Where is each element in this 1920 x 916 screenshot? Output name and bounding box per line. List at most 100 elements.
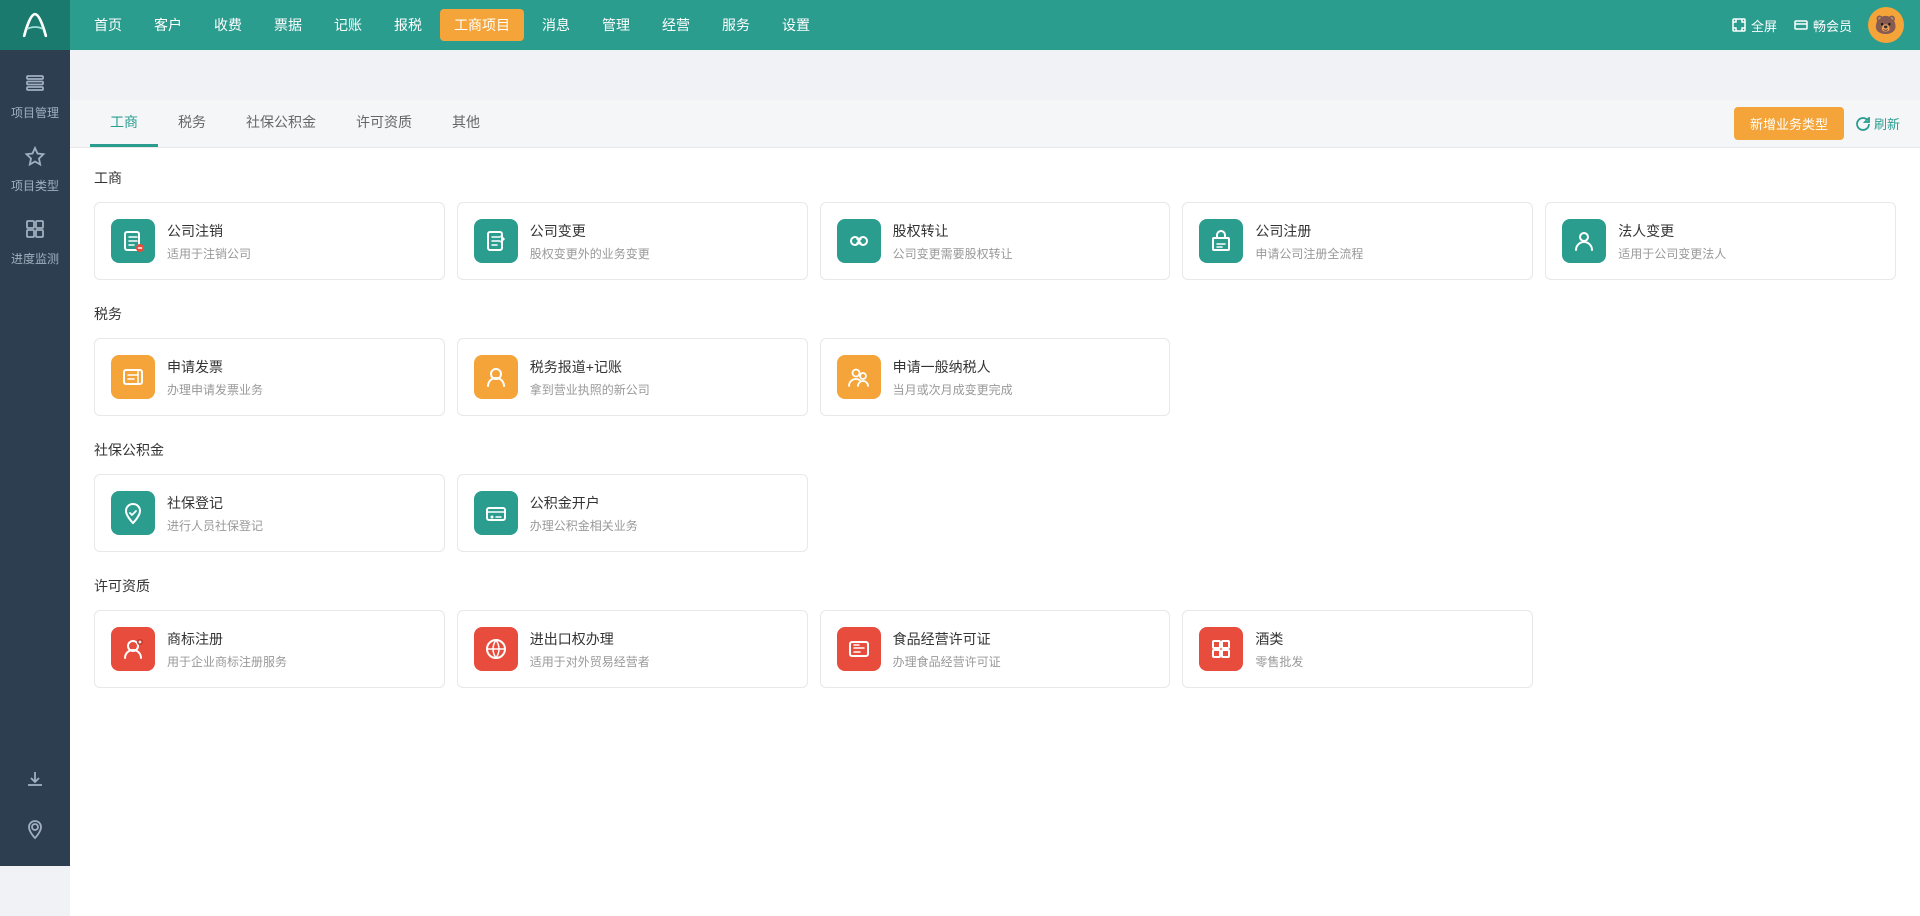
sidebar-item-project-manage[interactable]: 项目管理 <box>0 60 70 133</box>
project-type-icon <box>24 145 46 173</box>
card-text-import-export: 进出口权办理 适用于对外贸易经营者 <box>530 629 791 670</box>
card-text-tax-report: 税务报道+记账 拿到营业执照的新公司 <box>530 357 791 398</box>
card-company-cancel[interactable]: 公司注销 适用于注销公司 <box>94 202 445 280</box>
card-icon-apply-invoice <box>111 355 155 399</box>
section-shebao: 社保公积金 社保登记 进行人员社保登记 <box>94 440 1896 552</box>
card-text-equity-transfer: 股权转让 公司变更需要股权转让 <box>893 221 1154 262</box>
sidebar-bottom <box>0 758 70 866</box>
tab-tax[interactable]: 税务 <box>158 100 226 147</box>
vip-button[interactable]: 畅会员 <box>1793 16 1852 35</box>
card-desc-company-change: 股权变更外的业务变更 <box>530 245 791 262</box>
top-navigation: 首页 客户 收费 票据 记账 报税 工商项目 消息 管理 经营 服务 设置 全屏… <box>0 0 1920 50</box>
sidebar-location[interactable] <box>0 808 70 850</box>
tab-business[interactable]: 工商 <box>90 100 158 147</box>
section-gongshang: 工商 公司注销 <box>94 168 1896 280</box>
add-type-button[interactable]: 新增业务类型 <box>1734 107 1844 140</box>
tabs-right: 新增业务类型 刷新 <box>1734 107 1900 140</box>
nav-operation[interactable]: 经营 <box>648 9 704 41</box>
card-text-company-cancel: 公司注销 适用于注销公司 <box>167 221 428 262</box>
nav-bill[interactable]: 票据 <box>260 9 316 41</box>
card-icon-tax-report <box>474 355 518 399</box>
tab-other[interactable]: 其他 <box>432 100 500 147</box>
card-company-register[interactable]: 公司注册 申请公司注册全流程 <box>1182 202 1533 280</box>
progress-icon <box>24 218 46 246</box>
section-title-shuiwu: 税务 <box>94 304 1896 324</box>
card-icon-alcohol <box>1199 627 1243 671</box>
fullscreen-button[interactable]: 全屏 <box>1731 16 1777 35</box>
card-desc-alcohol: 零售批发 <box>1255 653 1516 670</box>
main-container: 工商 税务 社保公积金 许可资质 其他 新增业务类型 刷新 工商 <box>70 100 1920 916</box>
nav-fee[interactable]: 收费 <box>200 9 256 41</box>
card-desc-equity-transfer: 公司变更需要股权转让 <box>893 245 1154 262</box>
card-alcohol[interactable]: 酒类 零售批发 <box>1182 610 1533 688</box>
top-nav-right: 全屏 畅会员 🐻 <box>1731 7 1920 43</box>
card-apply-invoice[interactable]: 申请发票 办理申请发票业务 <box>94 338 445 416</box>
card-text-apply-invoice: 申请发票 办理申请发票业务 <box>167 357 428 398</box>
user-avatar[interactable]: 🐻 <box>1868 7 1904 43</box>
card-desc-import-export: 适用于对外贸易经营者 <box>530 653 791 670</box>
refresh-button[interactable]: 刷新 <box>1856 114 1900 133</box>
nav-message[interactable]: 消息 <box>528 9 584 41</box>
app-logo <box>0 0 70 50</box>
nav-tax[interactable]: 报税 <box>380 9 436 41</box>
card-trademark[interactable]: 商标注册 用于企业商标注册服务 <box>94 610 445 688</box>
content-area: 工商 税务 社保公积金 许可资质 其他 新增业务类型 刷新 工商 <box>70 100 1920 916</box>
sidebar-item-project-type[interactable]: 项目类型 <box>0 133 70 206</box>
card-tax-report[interactable]: 税务报道+记账 拿到营业执照的新公司 <box>457 338 808 416</box>
card-import-export[interactable]: 进出口权办理 适用于对外贸易经营者 <box>457 610 808 688</box>
card-general-taxpayer[interactable]: 申请一般纳税人 当月或次月成变更完成 <box>820 338 1171 416</box>
tab-license[interactable]: 许可资质 <box>336 100 432 147</box>
nav-service[interactable]: 服务 <box>708 9 764 41</box>
card-company-change[interactable]: 公司变更 股权变更外的业务变更 <box>457 202 808 280</box>
card-title-fund-account: 公积金开户 <box>530 493 791 513</box>
card-social-register[interactable]: 社保登记 进行人员社保登记 <box>94 474 445 552</box>
card-text-company-register: 公司注册 申请公司注册全流程 <box>1255 221 1516 262</box>
card-grid-gongshang: 公司注销 适用于注销公司 <box>94 202 1896 280</box>
section-title-xuke: 许可资质 <box>94 576 1896 596</box>
section-xuke: 许可资质 商标注册 <box>94 576 1896 688</box>
nav-business[interactable]: 工商项目 <box>440 9 524 41</box>
nav-home[interactable]: 首页 <box>80 9 136 41</box>
nav-setting[interactable]: 设置 <box>768 9 824 41</box>
card-equity-transfer[interactable]: 股权转让 公司变更需要股权转让 <box>820 202 1171 280</box>
card-text-social-register: 社保登记 进行人员社保登记 <box>167 493 428 534</box>
card-icon-company-cancel <box>111 219 155 263</box>
card-title-company-cancel: 公司注销 <box>167 221 428 241</box>
card-text-alcohol: 酒类 零售批发 <box>1255 629 1516 670</box>
tab-social[interactable]: 社保公积金 <box>226 100 336 147</box>
card-title-trademark: 商标注册 <box>167 629 428 649</box>
card-text-fund-account: 公积金开户 办理公积金相关业务 <box>530 493 791 534</box>
card-icon-food-license <box>837 627 881 671</box>
section-shuiwu: 税务 申请发票 办理申请发票业务 <box>94 304 1896 416</box>
scroll-content[interactable]: 工商 公司注销 <box>70 148 1920 916</box>
card-desc-legal-change: 适用于公司变更法人 <box>1618 245 1879 262</box>
card-grid-xuke: 商标注册 用于企业商标注册服务 进出口权办理 <box>94 610 1896 688</box>
card-icon-trademark <box>111 627 155 671</box>
card-title-apply-invoice: 申请发票 <box>167 357 428 377</box>
section-title-shebao: 社保公积金 <box>94 440 1896 460</box>
card-title-legal-change: 法人变更 <box>1618 221 1879 241</box>
card-desc-tax-report: 拿到营业执照的新公司 <box>530 381 791 398</box>
nav-account[interactable]: 记账 <box>320 9 376 41</box>
card-icon-company-register <box>1199 219 1243 263</box>
nav-customer[interactable]: 客户 <box>140 9 196 41</box>
card-title-food-license: 食品经营许可证 <box>893 629 1154 649</box>
card-desc-social-register: 进行人员社保登记 <box>167 517 428 534</box>
card-food-license[interactable]: 食品经营许可证 办理食品经营许可证 <box>820 610 1171 688</box>
tabs-left: 工商 税务 社保公积金 许可资质 其他 <box>90 100 500 147</box>
nav-manage[interactable]: 管理 <box>588 9 644 41</box>
card-icon-social-register <box>111 491 155 535</box>
card-icon-equity-transfer <box>837 219 881 263</box>
sidebar-download[interactable] <box>0 758 70 800</box>
left-sidebar: 项目管理 项目类型 进度监测 <box>0 50 70 866</box>
card-desc-company-register: 申请公司注册全流程 <box>1255 245 1516 262</box>
nav-items: 首页 客户 收费 票据 记账 报税 工商项目 消息 管理 经营 服务 设置 <box>70 9 1731 41</box>
card-fund-account[interactable]: 公积金开户 办理公积金相关业务 <box>457 474 808 552</box>
card-legal-change[interactable]: 法人变更 适用于公司变更法人 <box>1545 202 1896 280</box>
sidebar-label-project-manage: 项目管理 <box>11 104 59 121</box>
card-desc-company-cancel: 适用于注销公司 <box>167 245 428 262</box>
section-title-gongshang: 工商 <box>94 168 1896 188</box>
sidebar-item-progress[interactable]: 进度监测 <box>0 206 70 279</box>
card-desc-general-taxpayer: 当月或次月成变更完成 <box>893 381 1154 398</box>
card-icon-import-export <box>474 627 518 671</box>
